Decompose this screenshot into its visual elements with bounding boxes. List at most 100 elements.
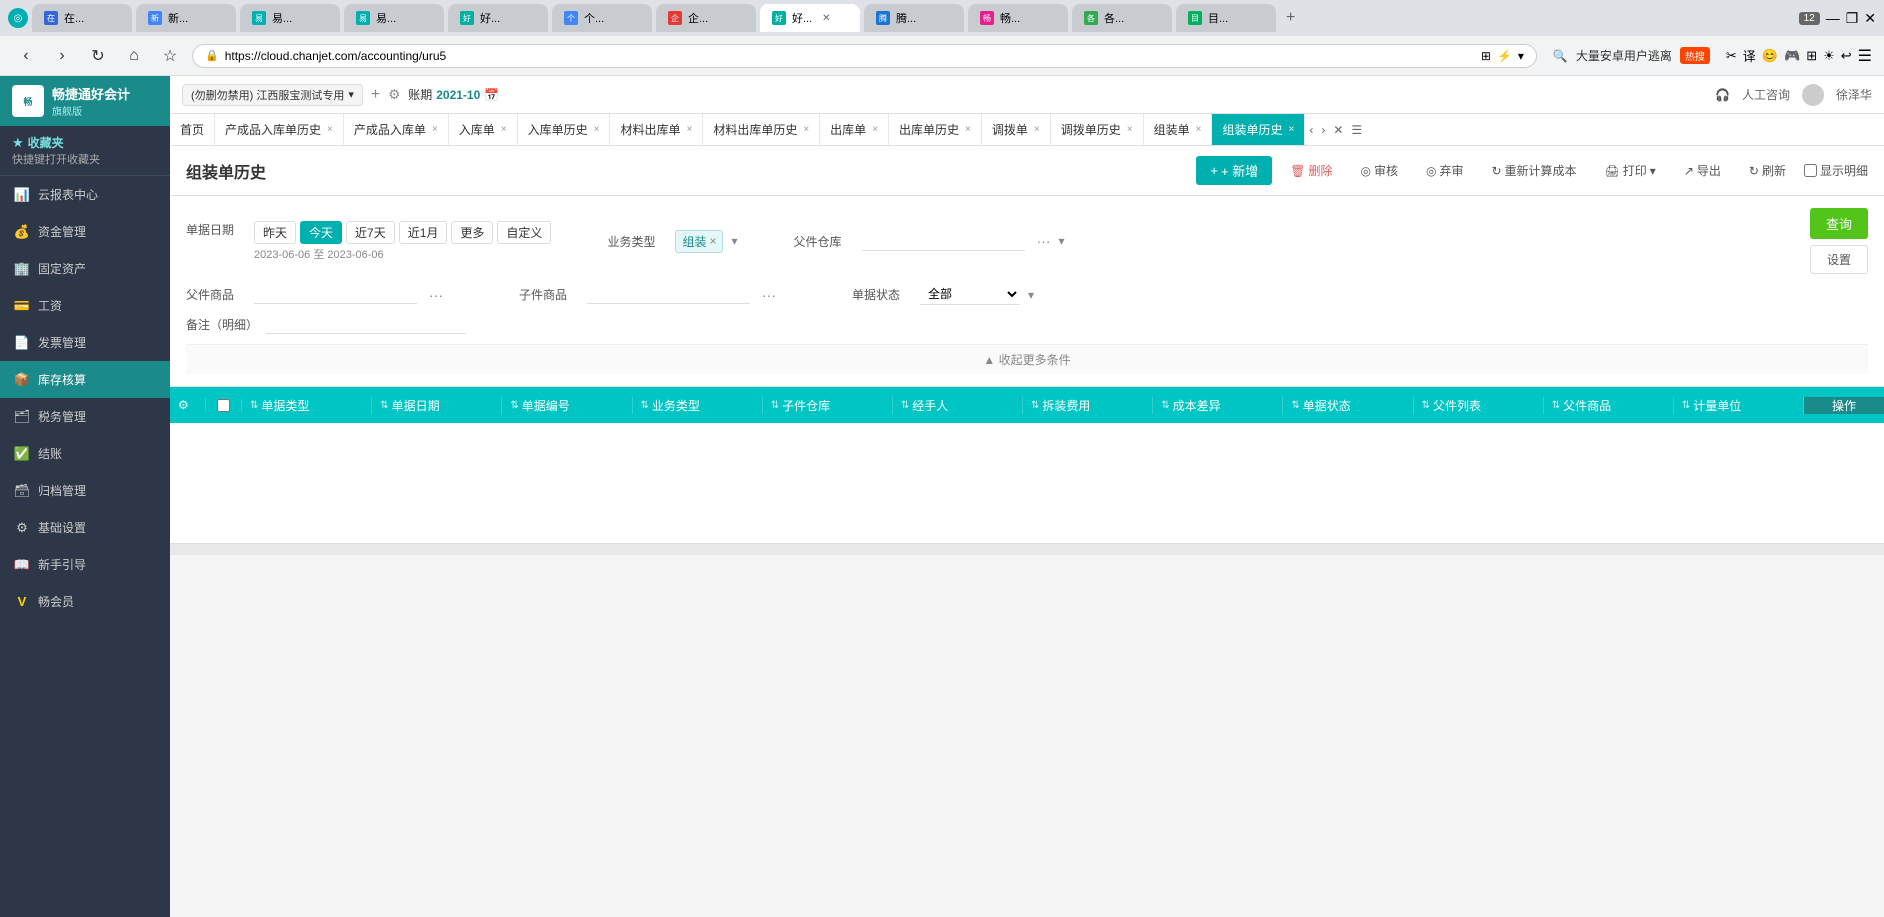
nav-tab-1[interactable]: 产成品入库单历史 × — [215, 114, 344, 146]
order-status-select[interactable]: 全部 草稿 已审核 — [920, 284, 1020, 305]
nav-tab-3[interactable]: 入库单 × — [449, 114, 518, 146]
nav-tab-5[interactable]: 材料出库单 × — [610, 114, 703, 146]
nav-tab-7[interactable]: 出库单 × — [820, 114, 889, 146]
order-status-dropdown-icon[interactable]: ▾ — [1028, 288, 1034, 302]
select-all-checkbox[interactable] — [217, 399, 230, 412]
nav-tab-8-close[interactable]: × — [965, 124, 971, 135]
th-order-no[interactable]: ⇅ 单据编号 — [502, 397, 632, 414]
nav-tab-12[interactable]: 组装单历史 × — [1212, 114, 1305, 146]
date-btn-custom[interactable]: 自定义 — [497, 221, 551, 244]
calendar-icon[interactable]: 📅 — [484, 88, 499, 102]
show-detail-checkbox[interactable]: 显示明细 — [1804, 162, 1868, 179]
sidebar-item-assets[interactable]: 🏢 固定资产 — [0, 250, 170, 287]
th-unit[interactable]: ⇅ 计量单位 — [1674, 397, 1804, 414]
home-button[interactable]: ⌂ — [120, 42, 148, 70]
star-button[interactable]: ☆ — [156, 42, 184, 70]
th-handler[interactable]: ⇅ 经手人 — [893, 397, 1023, 414]
nav-tab-2[interactable]: 产成品入库单 × — [344, 114, 449, 146]
address-input[interactable] — [225, 49, 1475, 63]
nav-tab-9-close[interactable]: × — [1034, 124, 1040, 135]
nav-tab-6-close[interactable]: × — [803, 124, 809, 135]
tabs-close-current[interactable]: ✕ — [1329, 114, 1347, 146]
browser-tab-12[interactable]: 目 目... — [1176, 4, 1276, 32]
settings-col-icon[interactable]: ⚙ — [178, 398, 189, 412]
sidebar-item-member[interactable]: V 畅会员 — [0, 583, 170, 620]
reload-button[interactable]: ↻ — [84, 42, 112, 70]
qr-icon[interactable]: ⊞ — [1481, 49, 1491, 63]
browser-tab-1[interactable]: 在 在... — [32, 4, 132, 32]
approve-button[interactable]: ◎ 审核 — [1350, 158, 1408, 183]
tabs-menu[interactable]: ☰ — [1347, 114, 1366, 146]
tabs-prev-arrow[interactable]: ‹ — [1305, 114, 1317, 146]
browser-tab-8[interactable]: 好 好... ✕ — [760, 4, 860, 32]
remarks-input[interactable] — [266, 315, 466, 334]
add-company-button[interactable]: + — [371, 86, 380, 104]
browser-tab-5[interactable]: 好 好... — [448, 4, 548, 32]
sidebar-item-reports[interactable]: 📊 云报表中心 — [0, 176, 170, 213]
sidebar-item-guide[interactable]: 📖 新手引导 — [0, 546, 170, 583]
th-order-type[interactable]: ⇅ 单据类型 — [242, 397, 372, 414]
parent-warehouse-more-icon[interactable]: ··· — [1037, 233, 1051, 249]
undo-icon[interactable]: ↩ — [1841, 48, 1852, 64]
nav-tab-3-close[interactable]: × — [501, 124, 507, 135]
nav-tab-2-close[interactable]: × — [432, 124, 438, 135]
date-btn-yesterday[interactable]: 昨天 — [254, 221, 296, 244]
parent-warehouse-dropdown-icon[interactable]: ▾ — [1059, 234, 1065, 248]
nav-tab-9[interactable]: 调拨单 × — [982, 114, 1051, 146]
th-parent-list[interactable]: ⇅ 父件列表 — [1414, 397, 1544, 414]
forward-button[interactable]: › — [48, 42, 76, 70]
sidebar-item-invoice[interactable]: 📄 发票管理 — [0, 324, 170, 361]
parent-goods-input[interactable] — [254, 285, 417, 304]
add-button[interactable]: + + 新增 — [1196, 156, 1272, 185]
th-checkbox[interactable] — [206, 399, 242, 412]
date-btn-7days[interactable]: 近7天 — [346, 221, 395, 244]
sidebar-favorites[interactable]: ★ 收藏夹 快捷键打开收藏夹 — [0, 126, 170, 176]
minimize-icon[interactable]: — — [1826, 10, 1840, 26]
tab-close-icon[interactable]: ✕ — [822, 13, 830, 24]
nav-tab-11-close[interactable]: × — [1196, 124, 1202, 135]
child-goods-input[interactable] — [587, 285, 750, 304]
nav-tab-5-close[interactable]: × — [686, 124, 692, 135]
maximize-icon[interactable]: ❐ — [1846, 10, 1859, 27]
sidebar-item-salary[interactable]: 💳 工资 — [0, 287, 170, 324]
unapprove-button[interactable]: ◎ 弃审 — [1416, 158, 1474, 183]
settings-gear-icon[interactable]: ⚙ — [388, 87, 400, 103]
emoji-icon[interactable]: 😊 — [1762, 48, 1778, 64]
translate-icon[interactable]: 译 — [1743, 46, 1756, 65]
recalc-button[interactable]: ↻ 重新计算成本 — [1481, 158, 1586, 183]
sidebar-item-funds[interactable]: 💰 资金管理 — [0, 213, 170, 250]
sidebar-item-archive[interactable]: 🗃 归档管理 — [0, 472, 170, 509]
child-goods-more-icon[interactable]: ··· — [762, 287, 776, 303]
date-btn-more[interactable]: 更多 — [451, 221, 493, 244]
nav-tab-1-close[interactable]: × — [327, 124, 333, 135]
th-parent-goods[interactable]: ⇅ 父件商品 — [1544, 397, 1674, 414]
browser-tab-3[interactable]: 易 易... — [240, 4, 340, 32]
chevron-down-icon[interactable]: ▾ — [1518, 49, 1524, 63]
export-button[interactable]: ↗ 导出 — [1674, 158, 1731, 183]
query-button[interactable]: 查询 — [1810, 208, 1868, 239]
game-icon[interactable]: 🎮 — [1784, 48, 1800, 64]
sidebar-item-settings[interactable]: ⚙ 基础设置 — [0, 509, 170, 546]
sidebar-item-settlement[interactable]: ✅ 结账 — [0, 435, 170, 472]
scissors-icon[interactable]: ✂ — [1726, 48, 1737, 64]
company-selector[interactable]: (勿删勿禁用) 江西服宝测试专用 ▾ — [182, 84, 363, 106]
th-order-date[interactable]: ⇅ 单据日期 — [372, 397, 502, 414]
nav-tab-8[interactable]: 出库单历史 × — [889, 114, 982, 146]
nav-tab-7-close[interactable]: × — [872, 124, 878, 135]
collapse-button[interactable]: ▲ 收起更多条件 — [983, 351, 1070, 368]
consult-label[interactable]: 人工咨询 — [1742, 86, 1790, 103]
tabs-next-arrow[interactable]: › — [1317, 114, 1329, 146]
grid-icon[interactable]: ⊞ — [1806, 48, 1817, 64]
lightning-icon[interactable]: ⚡ — [1497, 49, 1512, 63]
new-tab-button[interactable]: + — [1280, 9, 1301, 27]
nav-tab-home[interactable]: 首页 — [170, 114, 215, 146]
refresh-button[interactable]: ↻ 刷新 — [1739, 158, 1796, 183]
nav-tab-4[interactable]: 入库单历史 × — [518, 114, 611, 146]
show-detail-input[interactable] — [1804, 164, 1817, 177]
browser-tab-10[interactable]: 畅 畅... — [968, 4, 1068, 32]
th-child-warehouse[interactable]: ⇅ 子件仓库 — [763, 397, 893, 414]
parent-warehouse-input[interactable] — [862, 232, 1025, 251]
nav-tab-4-close[interactable]: × — [594, 124, 600, 135]
back-button[interactable]: ‹ — [12, 42, 40, 70]
date-btn-1month[interactable]: 近1月 — [399, 221, 448, 244]
